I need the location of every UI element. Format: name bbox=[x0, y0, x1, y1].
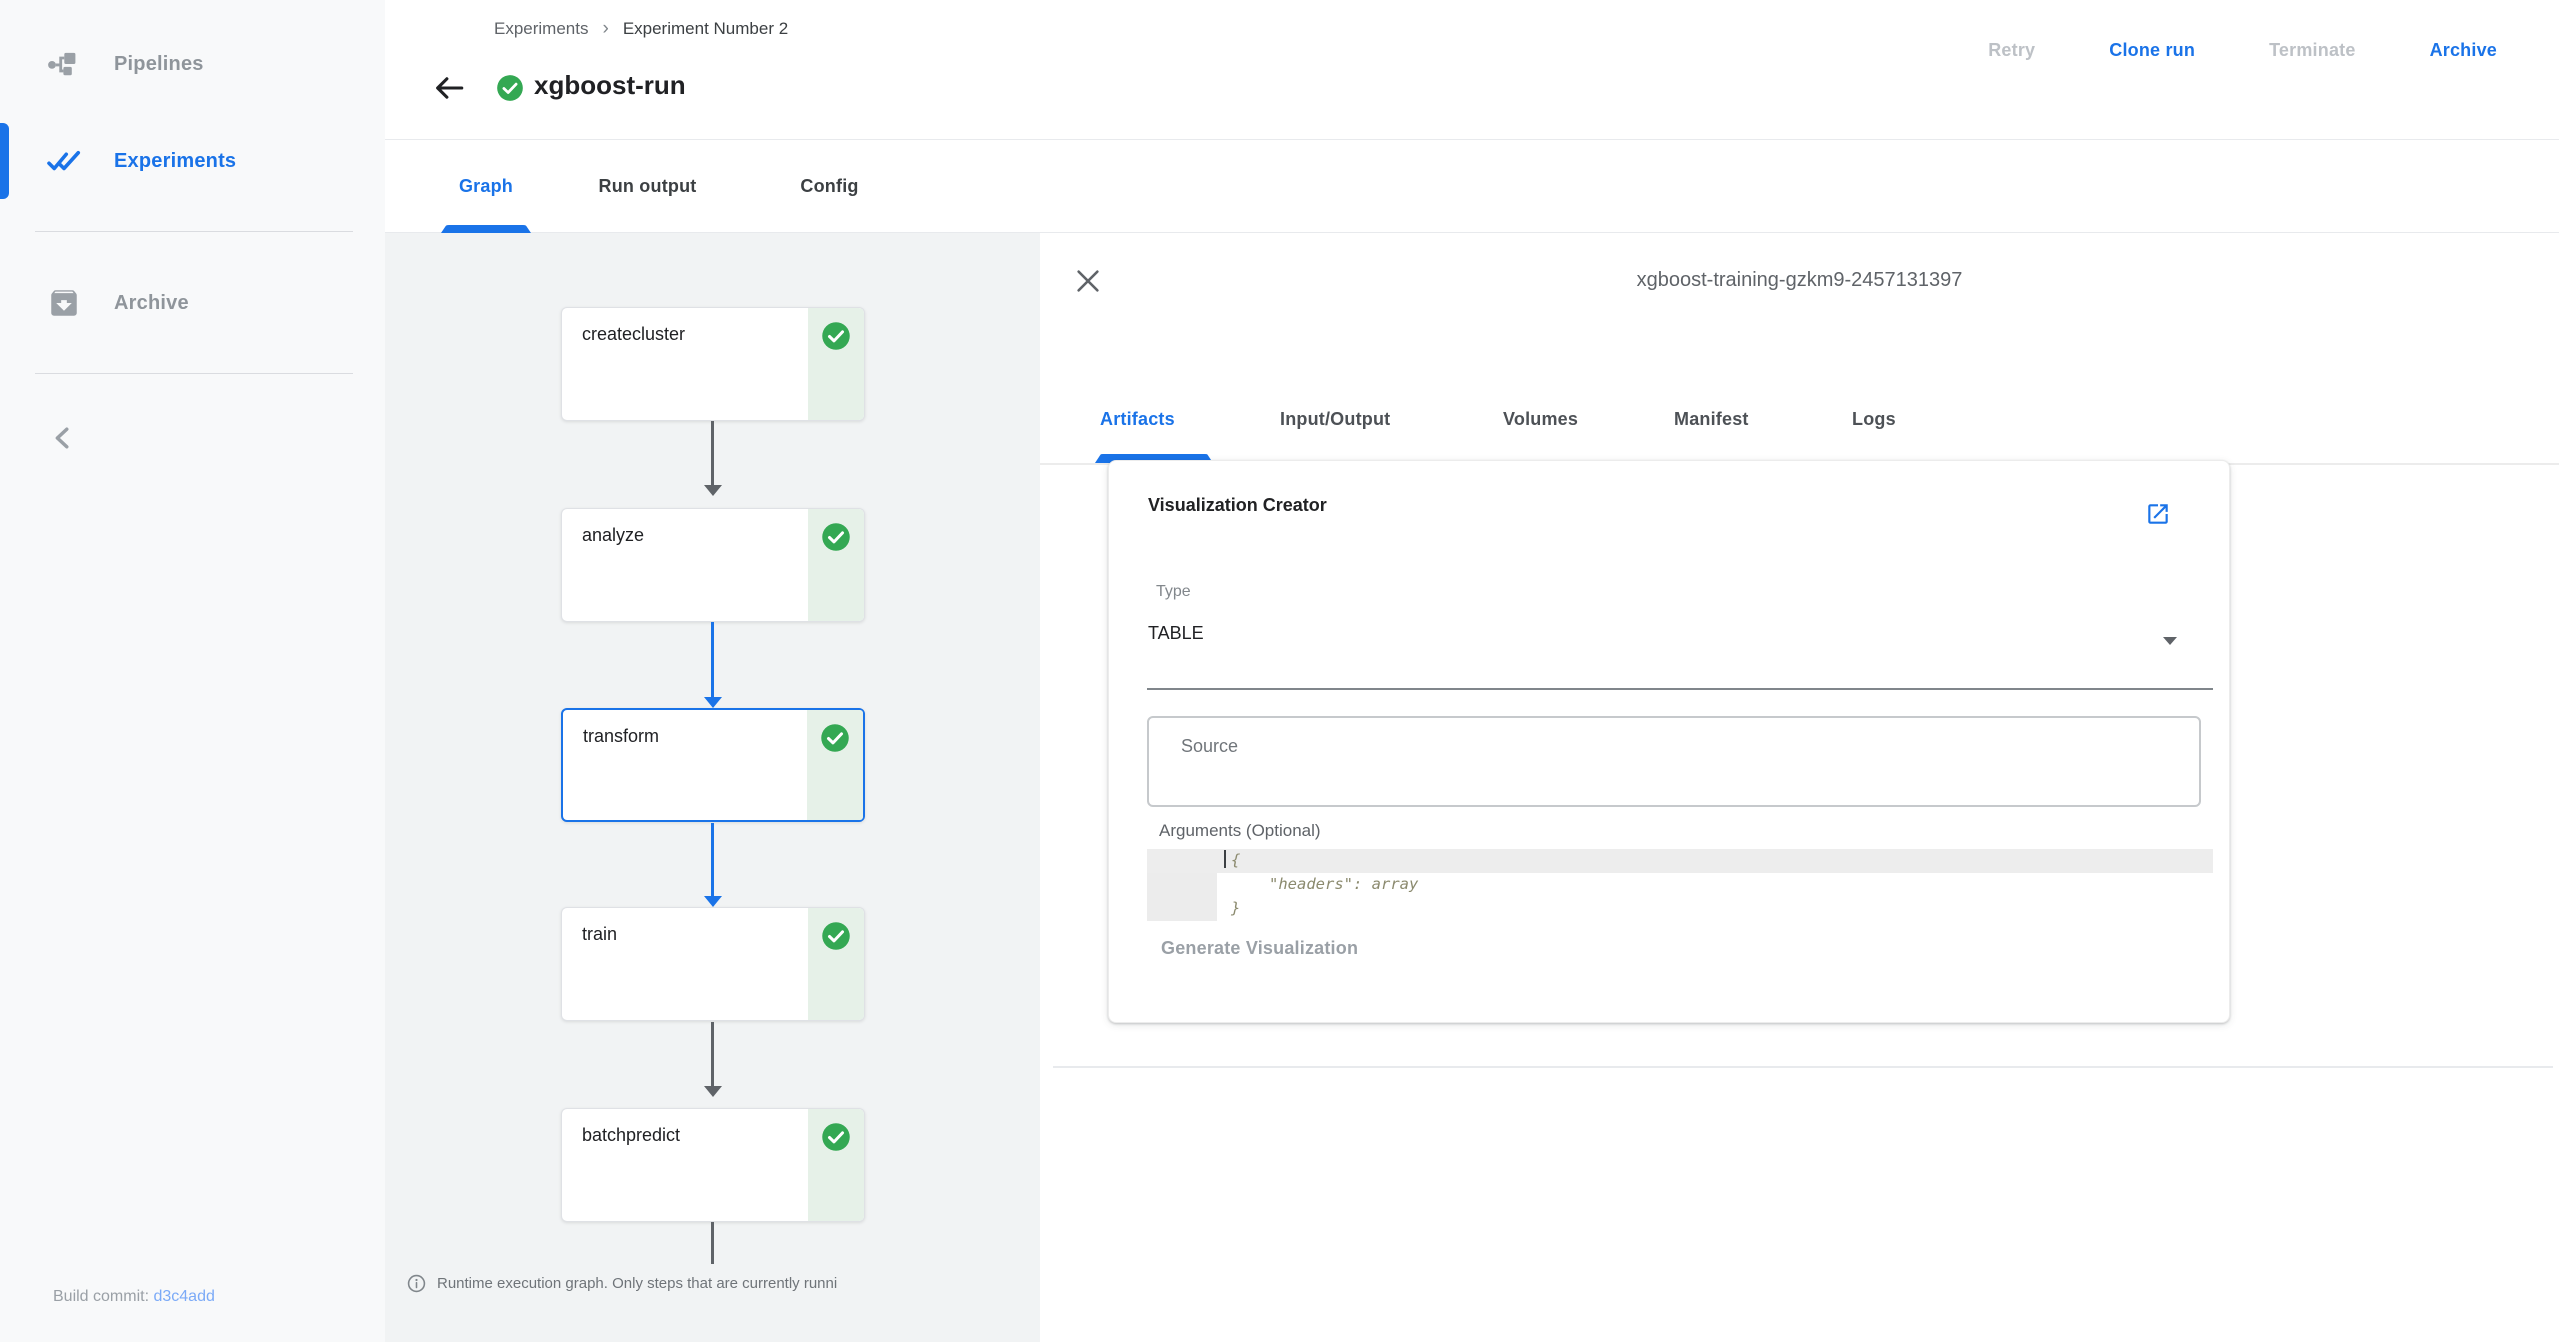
page-title: xgboost-run bbox=[534, 70, 686, 100]
node-label: train bbox=[582, 924, 618, 944]
node-status-strip bbox=[807, 710, 863, 820]
success-check-icon bbox=[821, 724, 849, 752]
breadcrumb-experiments[interactable]: Experiments bbox=[494, 19, 588, 39]
kubeflow-pipelines-app: Pipelines Experiments Archive Build comm… bbox=[0, 0, 2559, 1342]
tab-manifest[interactable]: Manifest bbox=[1674, 409, 1749, 430]
tab-artifacts[interactable]: Artifacts bbox=[1100, 409, 1175, 430]
sidebar-item-experiments[interactable]: Experiments bbox=[0, 123, 385, 199]
execution-graph-panel: createcluster analyze transform train ba… bbox=[385, 233, 1040, 1342]
edge-batchpredict-out bbox=[711, 1222, 714, 1264]
graph-footnote-text: Runtime execution graph. Only steps that… bbox=[437, 1275, 838, 1292]
sidebar-item-pipelines[interactable]: Pipelines bbox=[0, 26, 385, 102]
tab-active-indicator bbox=[441, 225, 531, 233]
source-field bbox=[1147, 716, 2201, 807]
content-divider bbox=[1053, 1066, 2553, 1068]
tab-label: Graph bbox=[458, 175, 513, 196]
build-commit-label: Build commit: bbox=[53, 1288, 150, 1305]
clone-run-button[interactable]: Clone run bbox=[2109, 40, 2195, 61]
visualization-creator-card: Visualization Creator Type TABLE Argumen… bbox=[1108, 460, 2230, 1023]
run-header: Experiments › Experiment Number 2 xgboos… bbox=[385, 0, 2559, 140]
run-actions: Retry Clone run Terminate Archive bbox=[1988, 40, 2497, 61]
success-check-icon bbox=[822, 922, 850, 950]
editor-line-3: } bbox=[1231, 899, 1241, 917]
edge-train-batchpredict bbox=[711, 1022, 714, 1086]
type-field-label: Type bbox=[1156, 583, 1191, 600]
node-status-strip bbox=[808, 308, 864, 420]
tab-label: Run output bbox=[598, 175, 697, 196]
build-commit: Build commit: d3c4add bbox=[53, 1288, 215, 1306]
card-title: Visualization Creator bbox=[1148, 495, 1327, 515]
graph-node-transform[interactable]: transform bbox=[561, 708, 865, 822]
archive-icon bbox=[46, 285, 82, 321]
archive-button[interactable]: Archive bbox=[2430, 40, 2497, 61]
tab-input-output[interactable]: Input/Output bbox=[1280, 409, 1390, 430]
source-input[interactable] bbox=[1181, 736, 2161, 757]
terminate-button[interactable]: Terminate bbox=[2269, 40, 2356, 61]
type-select-underline bbox=[1147, 688, 2213, 690]
sidebar-item-label: Pipelines bbox=[114, 52, 204, 75]
build-commit-link[interactable]: d3c4add bbox=[153, 1288, 214, 1305]
pipelines-icon bbox=[46, 46, 82, 82]
edge-arrowhead bbox=[704, 697, 722, 708]
editor-line-2: "headers": array bbox=[1269, 875, 1419, 893]
breadcrumb-separator-icon: › bbox=[602, 18, 609, 39]
sidebar-item-label: Experiments bbox=[114, 149, 237, 172]
tab-logs[interactable]: Logs bbox=[1852, 409, 1896, 430]
arguments-field-label: Arguments (Optional) bbox=[1159, 821, 1321, 840]
graph-node-analyze[interactable]: analyze bbox=[561, 508, 865, 622]
edge-arrowhead bbox=[704, 896, 722, 907]
run-tabbar: Graph Run output Config bbox=[385, 140, 2559, 233]
step-title: xgboost-training-gzkm9-2457131397 bbox=[1636, 269, 1963, 291]
node-status-strip bbox=[808, 908, 864, 1020]
back-button[interactable] bbox=[432, 71, 466, 105]
sidebar-divider bbox=[35, 231, 353, 232]
step-tabbar: Artifacts Input/Output Volumes Manifest … bbox=[1040, 311, 2559, 465]
sidebar-divider bbox=[35, 373, 353, 374]
graph-footnote: Runtime execution graph. Only steps that… bbox=[407, 1274, 1033, 1293]
chevron-left-icon bbox=[48, 427, 78, 457]
open-in-new-button[interactable] bbox=[2145, 501, 2171, 527]
sidebar: Pipelines Experiments Archive Build comm… bbox=[0, 0, 385, 1342]
run-status-success-icon bbox=[496, 74, 524, 102]
edge-arrowhead bbox=[704, 1086, 722, 1097]
experiments-icon bbox=[46, 143, 82, 179]
breadcrumb-experiment-number-2[interactable]: Experiment Number 2 bbox=[623, 19, 788, 39]
generate-visualization-button[interactable]: Generate Visualization bbox=[1161, 938, 1358, 959]
node-status-strip bbox=[808, 509, 864, 621]
collapse-sidebar-button[interactable] bbox=[48, 423, 78, 453]
tab-config[interactable]: Config bbox=[767, 140, 892, 232]
retry-button[interactable]: Retry bbox=[1988, 40, 2035, 61]
tab-graph[interactable]: Graph bbox=[415, 140, 557, 232]
node-label: analyze bbox=[582, 525, 645, 545]
sidebar-item-label: Archive bbox=[114, 291, 189, 314]
graph-node-train[interactable]: train bbox=[561, 907, 865, 1021]
dropdown-caret-icon[interactable] bbox=[2163, 637, 2177, 645]
tab-volumes[interactable]: Volumes bbox=[1503, 409, 1578, 430]
sidebar-item-archive[interactable]: Archive bbox=[0, 265, 385, 341]
success-check-icon bbox=[822, 523, 850, 551]
type-select-value[interactable]: TABLE bbox=[1148, 623, 1204, 644]
graph-node-createcluster[interactable]: createcluster bbox=[561, 307, 865, 421]
tab-run-output[interactable]: Run output bbox=[570, 140, 725, 232]
step-detail-panel: xgboost-training-gzkm9-2457131397 Artifa… bbox=[1040, 233, 2559, 1342]
info-icon bbox=[407, 1274, 426, 1293]
node-label: transform bbox=[583, 726, 660, 746]
editor-line-1: { bbox=[1147, 849, 2213, 873]
node-label: createcluster bbox=[582, 324, 686, 344]
graph-node-batchpredict[interactable]: batchpredict bbox=[561, 1108, 865, 1222]
success-check-icon bbox=[822, 1123, 850, 1151]
open-in-new-icon bbox=[2145, 504, 2171, 531]
arguments-code-editor[interactable]: 1 { "headers": array } bbox=[1147, 849, 2213, 921]
edge-arrowhead bbox=[704, 485, 722, 496]
edge-transform-train bbox=[711, 823, 714, 896]
success-check-icon bbox=[822, 322, 850, 350]
text-cursor bbox=[1224, 850, 1226, 868]
breadcrumb: Experiments › Experiment Number 2 bbox=[494, 18, 788, 40]
back-arrow-icon bbox=[432, 77, 466, 109]
node-label: batchpredict bbox=[582, 1125, 681, 1145]
edge-createcluster-analyze bbox=[711, 421, 714, 485]
edge-analyze-transform bbox=[711, 622, 714, 697]
node-status-strip bbox=[808, 1109, 864, 1221]
tab-label: Config bbox=[800, 175, 859, 196]
